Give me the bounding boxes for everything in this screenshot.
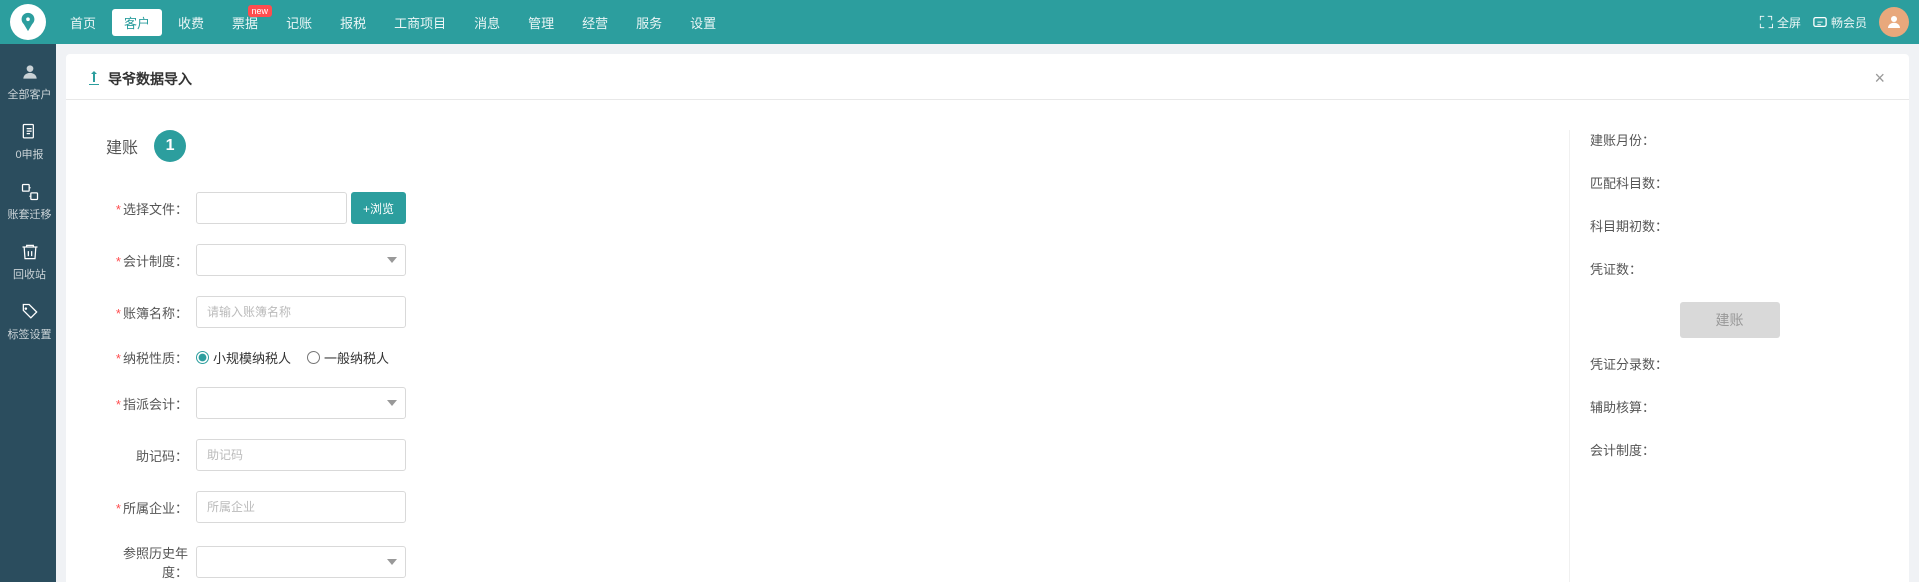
nav-logo[interactable] [10, 4, 46, 40]
info-row-match-subject: 匹配科目数： [1590, 173, 1869, 192]
company-label: *所属企业： [106, 498, 196, 517]
dialog-title: 导爷数据导入 [86, 69, 192, 89]
info-month-label: 建账月份： [1590, 130, 1690, 149]
avatar[interactable] [1879, 7, 1909, 37]
info-row-auxiliary: 辅助核算： [1590, 397, 1869, 416]
sidebar-item-declare[interactable]: 0申报 [0, 114, 56, 170]
ledger-name-input[interactable] [196, 296, 406, 328]
info-voucher-label: 凭证数： [1590, 259, 1690, 278]
account-system-label: *会计制度： [106, 251, 196, 270]
radio-small-input[interactable] [196, 351, 209, 364]
info-initial-label: 科目期初数： [1590, 216, 1690, 235]
history-year-label: 参照历史年度： [106, 543, 196, 581]
account-system-control [196, 244, 406, 276]
import-icon [86, 71, 102, 87]
dialog: 导爷数据导入 × 建账 1 *选择文件： [66, 54, 1909, 582]
nav-items: 首页 客户 收费 票据 new 记账 报税 工商项目 消息 管理 经营 服务 设… [58, 9, 1759, 36]
form-section: 建账 1 *选择文件： +浏览 [106, 130, 1569, 582]
info-row-voucher-entries: 凭证分录数： [1590, 354, 1869, 373]
info-row-initial-balance: 科目期初数： [1590, 216, 1869, 235]
company-input[interactable] [196, 491, 406, 523]
file-label: *选择文件： [106, 199, 196, 218]
nav-item-business[interactable]: 工商项目 [382, 9, 458, 36]
dialog-close-button[interactable]: × [1870, 68, 1889, 89]
step-label: 建账 [106, 134, 138, 158]
step-circle: 1 [154, 130, 186, 162]
form-row-tax-type: *纳税性质： 小规模纳税人 一般纳税人 [106, 348, 1509, 367]
nav-item-home[interactable]: 首页 [58, 9, 108, 36]
new-badge: new [248, 5, 273, 17]
fullscreen-btn[interactable]: 全屏 [1759, 14, 1801, 31]
radio-general-taxpayer[interactable]: 一般纳税人 [307, 348, 389, 367]
info-voucher-entries-label: 凭证分录数： [1590, 354, 1690, 373]
assistant-code-label: 助记码： [106, 446, 196, 465]
info-account-system-label: 会计制度： [1590, 440, 1690, 459]
create-btn-container: 建账 [1590, 302, 1869, 338]
history-year-select[interactable] [196, 546, 406, 578]
info-auxiliary-label: 辅助核算： [1590, 397, 1690, 416]
form-row-assistant-code: 助记码： [106, 439, 1509, 471]
nav-item-invoice[interactable]: 票据 new [220, 9, 270, 36]
file-input[interactable] [196, 192, 347, 224]
history-year-control [196, 546, 406, 578]
ledger-name-control [196, 296, 406, 328]
sidebar: 全部客户 0申报 账套迁移 回收站 标签设置 [0, 44, 56, 582]
form-row-company: *所属企业： [106, 491, 1509, 523]
form-row-history-year: 参照历史年度： [106, 543, 1509, 581]
nav-item-operation[interactable]: 经营 [570, 9, 620, 36]
nav-item-manage[interactable]: 管理 [516, 9, 566, 36]
info-match-label: 匹配科目数： [1590, 173, 1690, 192]
browse-button[interactable]: +浏览 [351, 192, 406, 224]
form-row-ledger-name: *账簿名称： [106, 296, 1509, 328]
sidebar-item-tags[interactable]: 标签设置 [0, 294, 56, 350]
nav-item-fee[interactable]: 收费 [166, 9, 216, 36]
tax-type-label: *纳税性质： [106, 348, 196, 367]
file-input-group: +浏览 [196, 192, 406, 224]
company-control [196, 491, 406, 523]
sidebar-item-all-customers[interactable]: 全部客户 [0, 54, 56, 110]
nav-item-settings[interactable]: 设置 [678, 9, 728, 36]
info-row-voucher: 凭证数： [1590, 259, 1869, 278]
radio-small-taxpayer[interactable]: 小规模纳税人 [196, 348, 291, 367]
dialog-header: 导爷数据导入 × [66, 54, 1909, 100]
nav-item-service[interactable]: 服务 [624, 9, 674, 36]
info-row-month: 建账月份： [1590, 130, 1869, 149]
nav-item-bookkeeping[interactable]: 记账 [274, 9, 324, 36]
accountant-control [196, 387, 406, 419]
form-row-accountant: *指派会计： [106, 387, 1509, 419]
account-system-select[interactable] [196, 244, 406, 276]
nav-right: 全屏 畅会员 [1759, 7, 1909, 37]
create-account-button[interactable]: 建账 [1680, 302, 1780, 338]
main-content: 导爷数据导入 × 建账 1 *选择文件： [56, 44, 1919, 582]
top-nav: 首页 客户 收费 票据 new 记账 报税 工商项目 消息 管理 经营 服务 设… [0, 0, 1919, 44]
accountant-select[interactable] [196, 387, 406, 419]
nav-item-tax[interactable]: 报税 [328, 9, 378, 36]
assistant-code-control [196, 439, 406, 471]
radio-general-input[interactable] [307, 351, 320, 364]
ledger-name-label: *账簿名称： [106, 303, 196, 322]
nav-item-message[interactable]: 消息 [462, 9, 512, 36]
sidebar-item-trash[interactable]: 回收站 [0, 234, 56, 290]
info-row-account-system: 会计制度： [1590, 440, 1869, 459]
step-indicator: 建账 1 [106, 130, 1509, 162]
layout: 全部客户 0申报 账套迁移 回收站 标签设置 导爷数据导入 × [0, 0, 1919, 582]
form-row-account-system: *会计制度： [106, 244, 1509, 276]
tax-type-control: 小规模纳税人 一般纳税人 [196, 348, 406, 367]
assistant-code-input[interactable] [196, 439, 406, 471]
sidebar-item-migrate[interactable]: 账套迁移 [0, 174, 56, 230]
accountant-label: *指派会计： [106, 394, 196, 413]
nav-item-customer[interactable]: 客户 [112, 9, 162, 36]
dialog-body: 建账 1 *选择文件： +浏览 [66, 100, 1909, 582]
info-section: 建账月份： 匹配科目数： 科目期初数： 凭证数： [1569, 130, 1869, 582]
member-btn[interactable]: 畅会员 [1813, 14, 1867, 31]
form-row-file: *选择文件： +浏览 [106, 192, 1509, 224]
